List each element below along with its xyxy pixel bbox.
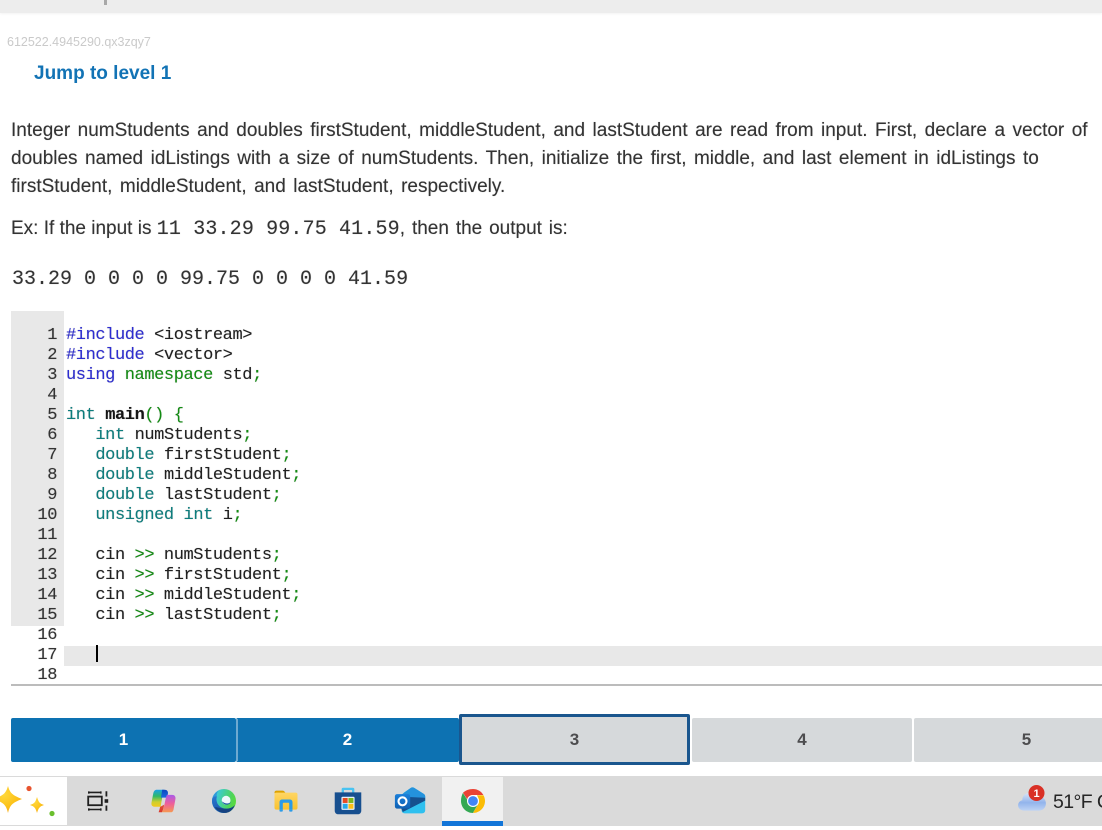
svg-text:1: 1: [1033, 788, 1039, 800]
